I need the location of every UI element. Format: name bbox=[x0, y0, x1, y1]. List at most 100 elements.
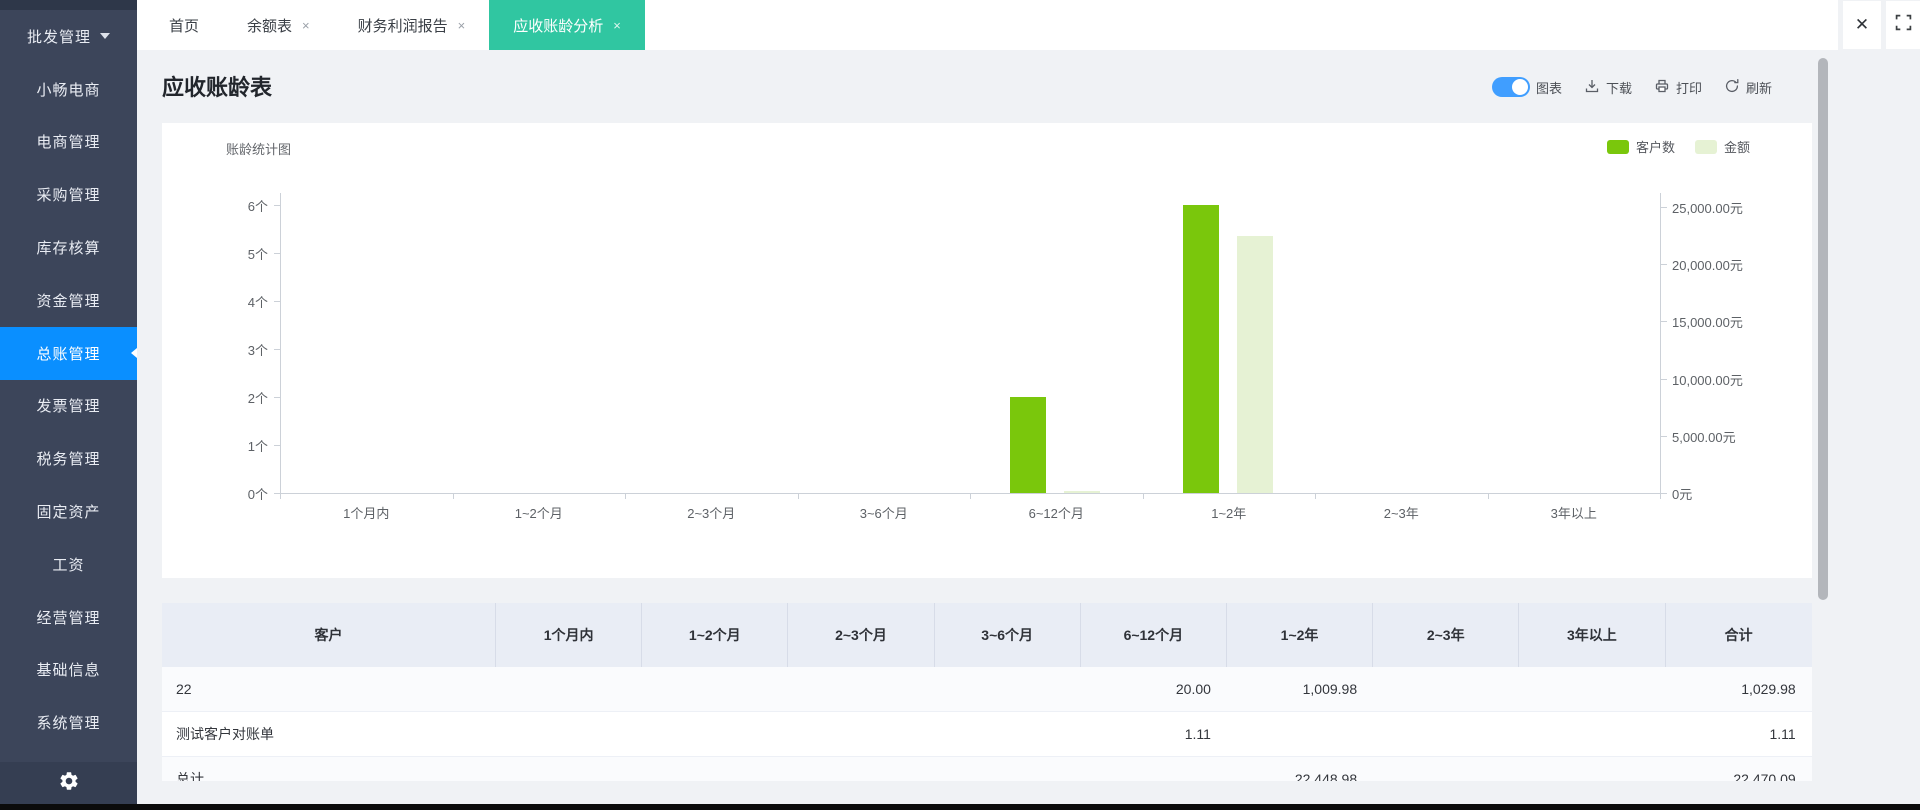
sidebar-item-资金管理[interactable]: 资金管理 bbox=[0, 274, 137, 327]
download-icon bbox=[1584, 78, 1600, 97]
table-cell-value bbox=[1519, 757, 1666, 781]
sidebar-item-label: 批发管理 bbox=[26, 28, 91, 46]
left-axis-tick-label: 3个 bbox=[247, 343, 268, 358]
tab-label: 财务利润报告 bbox=[357, 17, 448, 35]
close-window-button[interactable]: ✕ bbox=[1843, 1, 1881, 49]
left-axis-tick-label: 2个 bbox=[247, 391, 268, 406]
x-axis-tickmark bbox=[452, 493, 454, 499]
sidebar-item-固定资产[interactable]: 固定资产 bbox=[0, 485, 137, 538]
sidebar-item-采购管理[interactable]: 采购管理 bbox=[0, 168, 137, 221]
tab-label: 余额表 bbox=[247, 17, 293, 35]
table-header-1个月内: 1个月内 bbox=[496, 603, 643, 667]
tab-应收账龄分析[interactable]: 应收账龄分析 × bbox=[489, 0, 645, 50]
x-axis-tickmark bbox=[280, 493, 281, 499]
sidebar-item-库存核算[interactable]: 库存核算 bbox=[0, 221, 137, 274]
tab-余额表[interactable]: 余额表 × bbox=[223, 0, 334, 50]
table-cell-value bbox=[1080, 757, 1227, 781]
close-icon: ✕ bbox=[1854, 15, 1870, 34]
left-axis-tickmark bbox=[274, 445, 280, 446]
left-axis-tickmark bbox=[274, 253, 280, 254]
page-scrollbar-thumb[interactable] bbox=[1818, 58, 1828, 600]
table-cell-value bbox=[1519, 712, 1666, 757]
left-axis-tick-label: 6个 bbox=[247, 199, 268, 214]
page-title: 应收账龄表 bbox=[162, 75, 273, 100]
right-axis-tickmark bbox=[1661, 264, 1667, 266]
fullscreen-icon bbox=[1895, 14, 1912, 36]
table-cell-value bbox=[496, 712, 643, 757]
table-header-客户: 客户 bbox=[162, 603, 496, 667]
window-bottom-edge bbox=[0, 804, 1920, 810]
tab-close-icon[interactable]: × bbox=[302, 18, 310, 33]
settings-gear-button[interactable] bbox=[0, 762, 137, 804]
table-cell-value bbox=[496, 757, 643, 781]
sidebar-item-label: 资金管理 bbox=[36, 292, 101, 310]
tab-label: 应收账龄分析 bbox=[513, 17, 604, 35]
right-axis-tick-label: 25,000.00元 bbox=[1672, 201, 1743, 216]
right-axis-tickmark bbox=[1661, 321, 1667, 323]
aging-table: 客户 1个月内 1~2个月 2~3个月 3~6个月 6~12个月 1~2年 2~3年 3年以上合… bbox=[162, 603, 1812, 781]
x-axis-category-label: 2~3个月 bbox=[687, 506, 736, 521]
sidebar-item-税务管理[interactable]: 税务管理 bbox=[0, 432, 137, 485]
x-axis-tickmark bbox=[1315, 493, 1316, 499]
fullscreen-button[interactable] bbox=[1886, 1, 1920, 49]
left-axis-tickmark bbox=[274, 205, 280, 206]
toolbar: 图表 下载 打印 刷新 bbox=[1492, 77, 1772, 97]
table-header-3~6个月: 3~6个月 bbox=[934, 603, 1081, 667]
table-header-合计: 合计 bbox=[1665, 603, 1812, 667]
download-button[interactable]: 下载 bbox=[1584, 78, 1632, 97]
table-header-3年以上: 3年以上 bbox=[1519, 603, 1666, 667]
sidebar: 批发管理小畅电商电商管理 采购管理 库存核算资金管理总账管理 发票管理税务管理固定资产… bbox=[0, 0, 137, 810]
print-button[interactable]: 打印 bbox=[1654, 78, 1702, 97]
tab-首页[interactable]: 首页 bbox=[145, 0, 223, 50]
table-cell-value: 22,448.98 bbox=[1226, 757, 1374, 781]
table-cell-value bbox=[642, 667, 789, 712]
chart-toggle-control: 图表 bbox=[1492, 77, 1562, 97]
x-axis-category-label: 1~2年 bbox=[1211, 506, 1247, 521]
tab-list: 首页 余额表 × 财务利润报告 × 应收账龄分析 × bbox=[145, 0, 645, 50]
right-axis-tick-label: 0元 bbox=[1672, 487, 1693, 502]
sidebar-top-strip bbox=[0, 0, 137, 10]
sidebar-item-label: 税务管理 bbox=[36, 451, 101, 469]
left-axis-tickmark bbox=[274, 397, 280, 398]
sidebar-item-系统管理[interactable]: 系统管理 bbox=[0, 696, 137, 749]
sidebar-item-小畅电商[interactable]: 小畅电商 bbox=[0, 63, 137, 116]
active-item-arrow bbox=[131, 348, 137, 359]
table-cell-value: 1.11 bbox=[1665, 712, 1812, 757]
right-axis-tickmark bbox=[1661, 207, 1667, 208]
sidebar-item-电商管理[interactable]: 电商管理 bbox=[0, 116, 137, 169]
sidebar-item-label: 小畅电商 bbox=[36, 81, 101, 99]
bar-customers-1~2年 bbox=[1182, 205, 1219, 493]
table-cell-value bbox=[1373, 667, 1520, 712]
refresh-button[interactable]: 刷新 bbox=[1724, 78, 1772, 97]
toggle-knob bbox=[1512, 79, 1528, 95]
print-label: 打印 bbox=[1676, 80, 1703, 96]
sidebar-item-经营管理[interactable]: 经营管理 bbox=[0, 591, 137, 644]
sidebar-item-工资[interactable]: 工资 bbox=[0, 538, 137, 591]
left-axis-tick-label: 1个 bbox=[247, 439, 268, 454]
tab-close-icon[interactable]: × bbox=[458, 18, 466, 33]
table-cell-value bbox=[642, 757, 789, 781]
x-axis-category-label: 2~3年 bbox=[1383, 506, 1419, 521]
sidebar-item-基础信息[interactable]: 基础信息 bbox=[0, 644, 137, 697]
chart-toggle[interactable] bbox=[1492, 77, 1530, 97]
table-cell-value bbox=[788, 712, 935, 757]
table-cell-customer: 总计 bbox=[162, 757, 496, 781]
x-axis-category-label: 3~6个月 bbox=[859, 506, 908, 521]
left-axis-line bbox=[280, 193, 281, 493]
table-cell-value bbox=[1373, 757, 1520, 781]
aging-table-wrap: 客户 1个月内 1~2个月 2~3个月 3~6个月 6~12个月 1~2年 2~3年 3年以上合… bbox=[162, 603, 1812, 781]
sidebar-item-label: 工资 bbox=[52, 556, 85, 574]
tab-close-icon[interactable]: × bbox=[613, 18, 621, 33]
gear-icon bbox=[58, 770, 80, 797]
table-cell-value: 1.11 bbox=[1080, 712, 1227, 757]
sidebar-item-发票管理[interactable]: 发票管理 bbox=[0, 380, 137, 433]
left-axis-tickmark bbox=[274, 349, 280, 350]
sidebar-item-总账管理[interactable]: 总账管理 bbox=[0, 326, 137, 380]
left-axis-tick-label: 5个 bbox=[247, 247, 268, 262]
right-axis-tickmark bbox=[1661, 378, 1667, 380]
tab-财务利润报告[interactable]: 财务利润报告 × bbox=[334, 0, 490, 50]
x-axis-tickmark bbox=[625, 493, 626, 499]
right-axis-line bbox=[1660, 193, 1661, 493]
right-axis-tickmark bbox=[1661, 493, 1667, 494]
sidebar-item-批发管理[interactable]: 批发管理 bbox=[0, 10, 137, 63]
